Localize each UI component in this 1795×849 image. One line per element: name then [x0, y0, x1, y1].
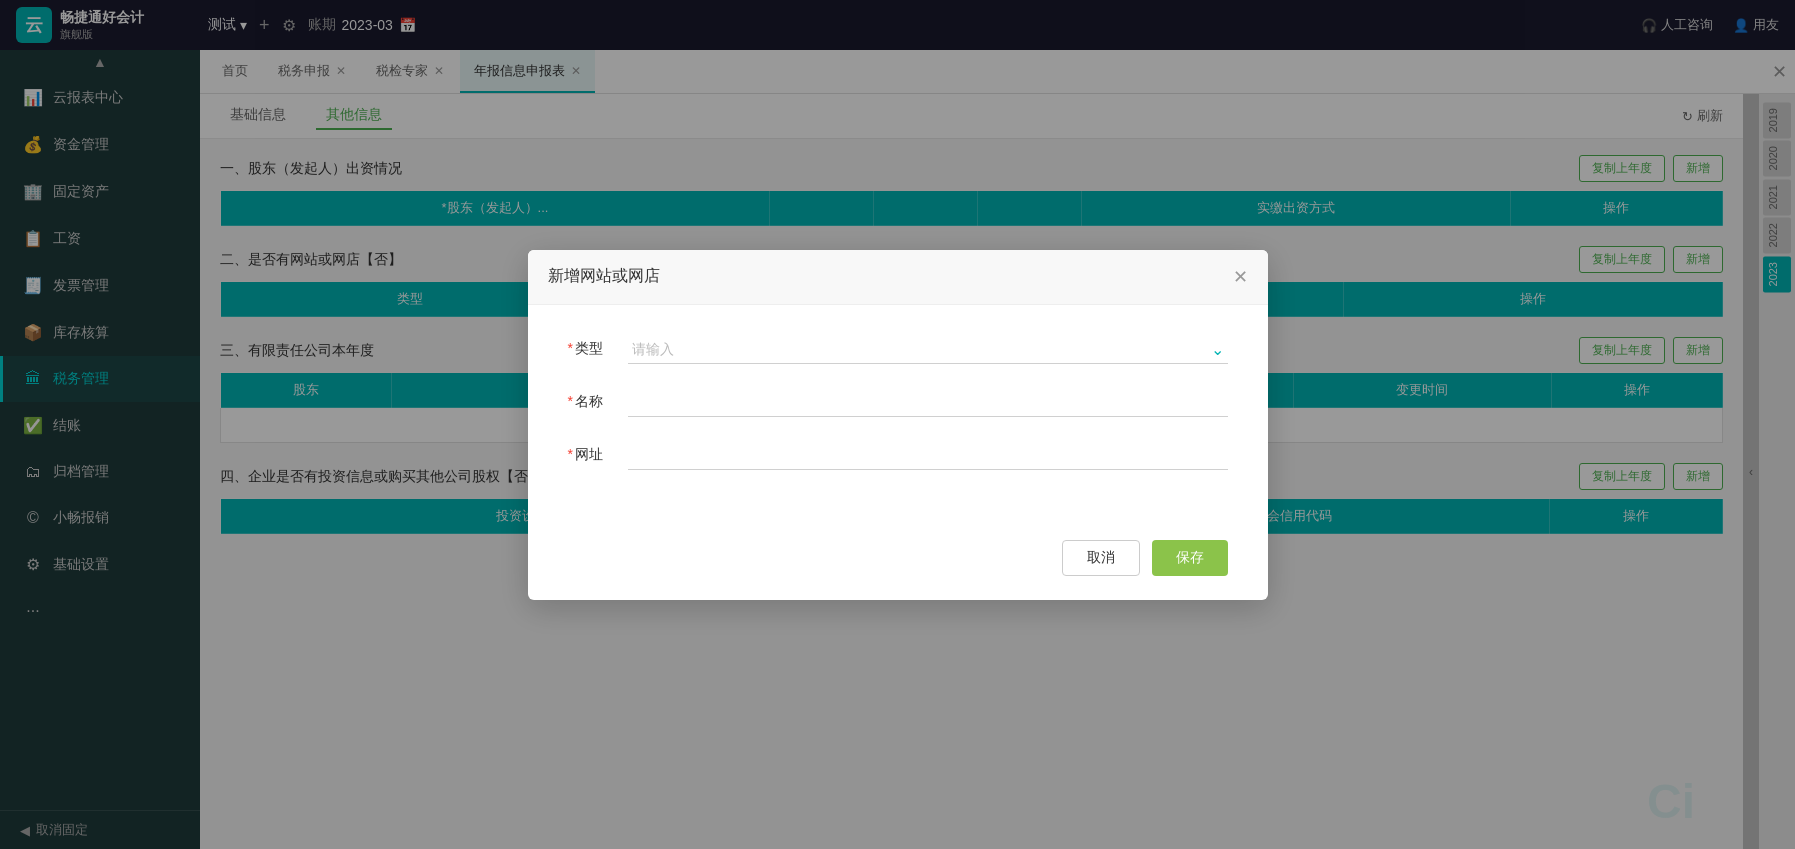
- type-field: ⌄: [628, 335, 1228, 364]
- url-label: *网址: [568, 446, 628, 464]
- modal-footer: 取消 保存: [528, 524, 1268, 600]
- name-label: *名称: [568, 393, 628, 411]
- type-input[interactable]: [628, 335, 1228, 364]
- type-label: *类型: [568, 340, 628, 358]
- url-field: [628, 441, 1228, 470]
- modal-body: *类型 ⌄ *名称 *网址: [528, 305, 1268, 524]
- name-field: [628, 388, 1228, 417]
- name-input[interactable]: [628, 388, 1228, 417]
- form-group-url: *网址: [568, 441, 1228, 470]
- url-input[interactable]: [628, 441, 1228, 470]
- modal-overlay[interactable]: 新增网站或网店 ✕ *类型 ⌄ *名称: [0, 0, 1795, 849]
- modal-close-button[interactable]: ✕: [1233, 266, 1248, 288]
- chevron-down-icon: ⌄: [1211, 340, 1224, 359]
- cancel-button[interactable]: 取消: [1062, 540, 1140, 576]
- modal-header: 新增网站或网店 ✕: [528, 250, 1268, 305]
- modal-add-website: 新增网站或网店 ✕ *类型 ⌄ *名称: [528, 250, 1268, 600]
- form-group-name: *名称: [568, 388, 1228, 417]
- save-button[interactable]: 保存: [1152, 540, 1228, 576]
- form-group-type: *类型 ⌄: [568, 335, 1228, 364]
- modal-title: 新增网站或网店: [548, 266, 660, 287]
